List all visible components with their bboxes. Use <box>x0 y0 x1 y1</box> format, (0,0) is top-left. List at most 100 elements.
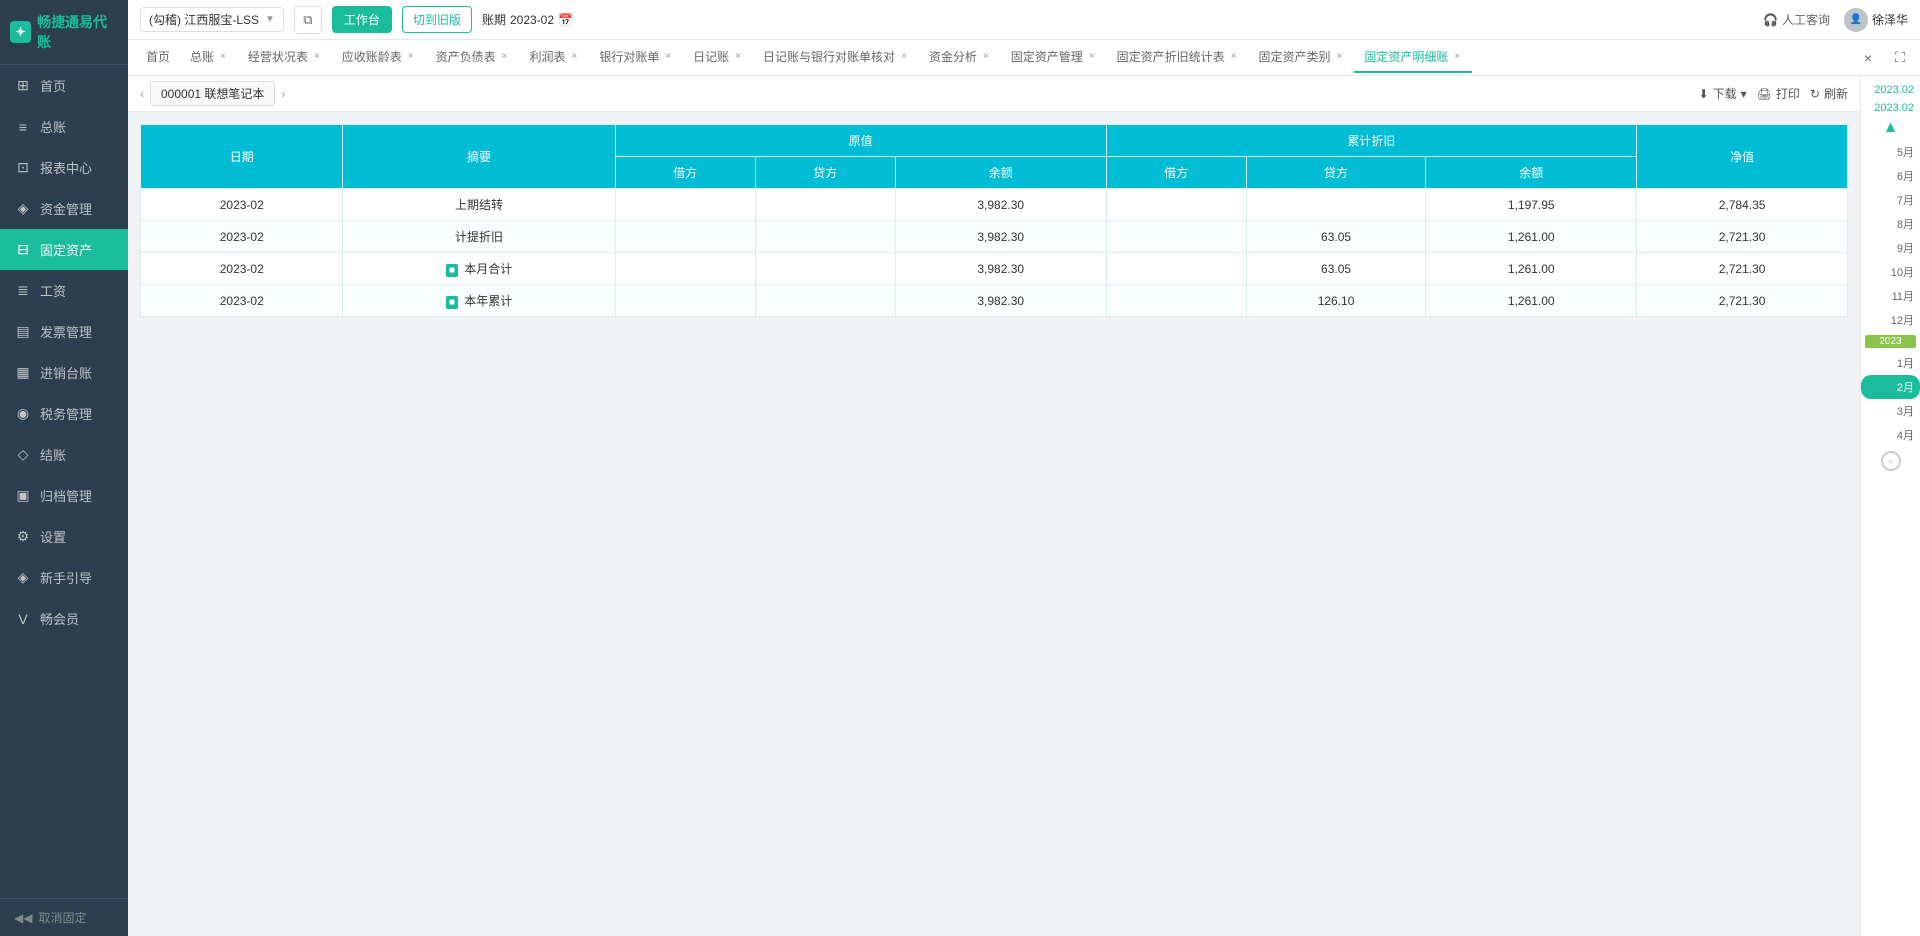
table-row: 2023-02 ■ 本月合计 3,982.30 63.05 1,261.00 <box>141 253 1848 285</box>
tab-journal[interactable]: 日记账 × <box>683 42 753 73</box>
refresh-icon: ↻ <box>1810 87 1820 101</box>
time-month-9[interactable]: 9月 <box>1861 236 1920 260</box>
content-main: ‹ 000001 联想笔记本 › ⬇ 下载 ▾ 🖨 打印 ↻ 刷新 <box>128 76 1860 936</box>
sidebar-item-sales[interactable]: ▦ 进销台账 <box>0 352 128 393</box>
maximize-button[interactable]: ⛶ <box>1888 46 1912 70</box>
switch-version-button[interactable]: 切到旧版 <box>402 6 472 33</box>
sidebar-label-settings: 设置 <box>40 527 66 546</box>
time-month-1[interactable]: 1月 <box>1861 351 1920 375</box>
tab-bank[interactable]: 银行对账单 × <box>589 42 683 73</box>
tab-receivable[interactable]: 应收账龄表 × <box>332 42 426 73</box>
tab-business[interactable]: 经营状况表 × <box>238 42 332 73</box>
time-up-arrow[interactable]: ▲ <box>1880 116 1902 140</box>
sidebar-item-invoice[interactable]: ▤ 发票管理 <box>0 311 128 352</box>
time-month-5[interactable]: 5月 <box>1861 140 1920 164</box>
sidebar-item-payroll[interactable]: ≣ 工资 <box>0 270 128 311</box>
sidebar-item-settings[interactable]: ⚙ 设置 <box>0 516 128 557</box>
topbar-right: 🎧 人工客询 👤 徐泽华 <box>1763 8 1908 32</box>
tab-capital-close[interactable]: × <box>981 50 991 63</box>
col-debit-header: 借方 <box>615 157 755 189</box>
col-acc-credit-header: 贷方 <box>1246 157 1426 189</box>
settings-icon: ⚙ <box>14 528 32 545</box>
print-button[interactable]: 🖨 打印 <box>1757 85 1800 102</box>
chevron-down-icon: ▼ <box>265 14 275 25</box>
tab-capital[interactable]: 资金分析 × <box>919 42 1001 73</box>
tab-fixed-type-close[interactable]: × <box>1334 50 1344 63</box>
breadcrumb-asset[interactable]: 000001 联想笔记本 <box>150 81 275 106</box>
time-month-8[interactable]: 8月 <box>1861 212 1920 236</box>
sidebar-label-member: 畅会员 <box>40 609 79 628</box>
tab-ledger-label: 总账 <box>190 48 214 65</box>
service-label: 人工客询 <box>1782 11 1830 28</box>
tab-journal-close[interactable]: × <box>733 50 743 63</box>
copy-button[interactable]: ⧉ <box>294 6 322 34</box>
tab-profit-label: 利润表 <box>529 48 565 65</box>
tab-profit-close[interactable]: × <box>569 50 579 63</box>
sidebar-item-member[interactable]: V 畅会员 <box>0 598 128 639</box>
sidebar-item-fixed[interactable]: ⊟ 固定资产 <box>0 229 128 270</box>
breadcrumb-prev-arrow[interactable]: ‹ <box>140 87 144 101</box>
sidebar-item-archive[interactable]: ▣ 归档管理 <box>0 475 128 516</box>
row3-acc-credit: 63.05 <box>1246 253 1426 285</box>
unpin-label: 取消固定 <box>38 909 86 926</box>
tab-fixed-mgr[interactable]: 固定资产管理 × <box>1001 42 1107 73</box>
time-month-7[interactable]: 7月 <box>1861 188 1920 212</box>
company-selector[interactable]: (勾稽) 江西服宝-LSS ▼ <box>140 7 284 32</box>
tab-fixed-detail[interactable]: 固定资产明细账 × <box>1354 42 1472 73</box>
sidebar-item-report[interactable]: ⊡ 报表中心 <box>0 147 128 188</box>
tab-balance[interactable]: 资产负债表 × <box>426 42 520 73</box>
tab-home-label: 首页 <box>146 48 170 65</box>
settle-icon: ◇ <box>14 446 32 463</box>
user-menu[interactable]: 👤 徐泽华 <box>1844 8 1908 32</box>
tab-capital-label: 资金分析 <box>929 48 977 65</box>
time-month-2[interactable]: 2月 <box>1861 375 1920 399</box>
time-month-10[interactable]: 10月 <box>1861 260 1920 284</box>
tab-depreciation-stat[interactable]: 固定资产折旧统计表 × <box>1107 42 1249 73</box>
tab-balance-close[interactable]: × <box>500 50 510 63</box>
tab-fixed-detail-close[interactable]: × <box>1452 50 1462 63</box>
service-button[interactable]: 🎧 人工客询 <box>1763 11 1830 28</box>
row1-summary: 上期结转 <box>343 189 615 221</box>
refresh-label: 刷新 <box>1824 85 1848 102</box>
sidebar-item-fund[interactable]: ◈ 资金管理 <box>0 188 128 229</box>
time-month-11[interactable]: 11月 <box>1861 284 1920 308</box>
time-month-6[interactable]: 6月 <box>1861 164 1920 188</box>
tab-bank-label: 银行对账单 <box>599 48 659 65</box>
tab-fixed-mgr-close[interactable]: × <box>1087 50 1097 63</box>
tab-reconcile[interactable]: 日记账与银行对账单核对 × <box>753 42 919 73</box>
tab-fixed-type[interactable]: 固定资产类别 × <box>1248 42 1354 73</box>
tab-business-close[interactable]: × <box>312 50 322 63</box>
download-button[interactable]: ⬇ 下载 ▾ <box>1699 85 1747 102</box>
col-balance-header: 余额 <box>895 157 1106 189</box>
app-name: 畅捷通易代账 <box>37 12 118 52</box>
sidebar-label-payroll: 工资 <box>40 281 66 300</box>
time-month-3[interactable]: 3月 <box>1861 399 1920 423</box>
sidebar-item-home[interactable]: ⊞ 首页 <box>0 65 128 106</box>
row2-credit <box>755 221 895 253</box>
archive-icon: ▣ <box>14 487 32 504</box>
tab-bank-close[interactable]: × <box>663 50 673 63</box>
tab-depreciation-stat-close[interactable]: × <box>1229 50 1239 63</box>
home-icon: ⊞ <box>14 77 32 94</box>
unpin-button[interactable]: ◀◀ 取消固定 <box>0 898 128 936</box>
breadcrumb-next-arrow[interactable]: › <box>281 87 285 101</box>
tab-ledger-close[interactable]: × <box>218 50 228 63</box>
tab-receivable-close[interactable]: × <box>406 50 416 63</box>
tab-reconcile-close[interactable]: × <box>899 50 909 63</box>
row3-tag: ■ <box>446 264 458 277</box>
workspace-button[interactable]: 工作台 <box>332 6 392 33</box>
tab-home[interactable]: 首页 <box>136 42 180 73</box>
col-netvalue-header: 净值 <box>1637 125 1848 189</box>
sidebar-item-ledger[interactable]: ≡ 总账 <box>0 106 128 147</box>
close-all-tabs-button[interactable]: × <box>1856 46 1880 70</box>
sidebar-item-tax[interactable]: ◉ 税务管理 <box>0 393 128 434</box>
refresh-button[interactable]: ↻ 刷新 <box>1810 85 1848 102</box>
tab-fixed-type-label: 固定资产类别 <box>1258 48 1330 65</box>
sidebar-item-settle[interactable]: ◇ 结账 <box>0 434 128 475</box>
tab-ledger[interactable]: 总账 × <box>180 42 238 73</box>
time-month-12[interactable]: 12月 <box>1861 308 1920 332</box>
sidebar-item-guide[interactable]: ◈ 新手引导 <box>0 557 128 598</box>
time-month-4[interactable]: 4月 <box>1861 423 1920 447</box>
tab-profit[interactable]: 利润表 × <box>519 42 589 73</box>
row4-summary: ■ 本年累计 <box>343 285 615 317</box>
